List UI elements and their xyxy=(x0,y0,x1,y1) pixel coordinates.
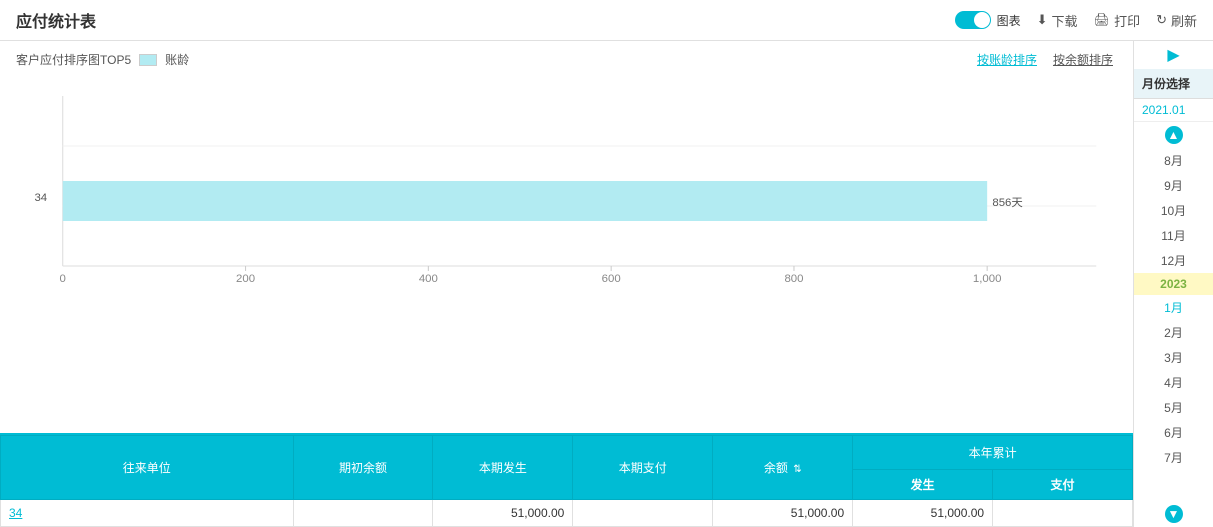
sidebar-nav-down[interactable]: ▼ xyxy=(1134,501,1213,527)
cell-current-occur: 51,000.00 xyxy=(433,500,573,527)
print-button[interactable]: 🖨 打印 xyxy=(1094,11,1141,30)
sidebar-month-4[interactable]: 4月 xyxy=(1134,370,1213,395)
page-title: 应付统计表 xyxy=(16,8,96,32)
sidebar-expand-button[interactable]: ▶ xyxy=(1134,41,1213,69)
sidebar-nav-up[interactable]: ▲ xyxy=(1134,122,1213,148)
svg-text:400: 400 xyxy=(419,273,438,285)
sidebar-month-6[interactable]: 6月 xyxy=(1134,420,1213,445)
sidebar: ▶ 月份选择 2021.01 ▲ 8月 9月 10月 11月 12月 2023 … xyxy=(1133,41,1213,527)
sort-by-amount-button[interactable]: 按余额排序 xyxy=(1049,49,1117,70)
svg-text:200: 200 xyxy=(236,273,255,285)
toggle-track[interactable] xyxy=(955,11,991,29)
sidebar-months: 8月 9月 10月 11月 12月 2023 1月 2月 3月 4月 5月 6月… xyxy=(1134,148,1213,501)
chevron-down-icon[interactable]: ▼ xyxy=(1165,505,1183,523)
sidebar-month-10[interactable]: 10月 xyxy=(1134,198,1213,223)
chart-label: 图表 xyxy=(997,12,1021,29)
table-wrapper: 往来单位 期初余额 本期发生 本期支付 余额 ⇅ 本年累计 xyxy=(0,435,1133,527)
col-current-pay: 本期支付 xyxy=(573,436,713,500)
chart-svg: 34 856天 0 xyxy=(16,86,1117,306)
refresh-button[interactable]: ↻ 刷新 xyxy=(1156,11,1197,30)
sidebar-month-12[interactable]: 12月 xyxy=(1134,248,1213,273)
sidebar-selected-date: 2021.01 xyxy=(1134,99,1213,122)
svg-text:600: 600 xyxy=(602,273,621,285)
download-label: 下载 xyxy=(1052,11,1078,30)
sidebar-year-2023[interactable]: 2023 xyxy=(1134,273,1213,295)
page-header: 应付统计表 图表 ⬇ 下载 🖨 打印 ↻ 刷新 xyxy=(0,0,1213,41)
table-header-row: 往来单位 期初余额 本期发生 本期支付 余额 ⇅ 本年累计 xyxy=(1,436,1133,470)
unit-link[interactable]: 34 xyxy=(9,506,22,520)
table-area: 往来单位 期初余额 本期发生 本期支付 余额 ⇅ 本年累计 xyxy=(0,433,1133,527)
col-balance: 余额 ⇅ xyxy=(713,436,853,500)
legend-text: 客户应付排序图TOP5 xyxy=(16,51,131,68)
legend-box-label: 账龄 xyxy=(165,51,189,68)
print-label: 打印 xyxy=(1114,11,1140,30)
col-opening: 期初余额 xyxy=(293,436,433,500)
col-current-occur: 本期发生 xyxy=(433,436,573,500)
balance-sort-icon[interactable]: ⇅ xyxy=(793,464,801,475)
download-button[interactable]: ⬇ 下载 xyxy=(1037,11,1078,30)
sidebar-month-3[interactable]: 3月 xyxy=(1134,345,1213,370)
chart-legend: 客户应付排序图TOP5 账龄 xyxy=(16,51,189,68)
header-actions: 图表 ⬇ 下载 🖨 打印 ↻ 刷新 xyxy=(955,11,1197,30)
chevron-up-icon[interactable]: ▲ xyxy=(1165,126,1183,144)
chart-header: 客户应付排序图TOP5 账龄 按账龄排序 按余额排序 xyxy=(0,41,1133,78)
refresh-icon: ↻ xyxy=(1156,12,1167,28)
data-table: 往来单位 期初余额 本期发生 本期支付 余额 ⇅ 本年累计 xyxy=(0,435,1133,527)
print-icon: 🖨 xyxy=(1094,12,1111,28)
cell-unit: 34 xyxy=(1,500,294,527)
cell-opening xyxy=(293,500,433,527)
cell-ytd-pay xyxy=(993,500,1133,527)
table-row: 34 51,000.00 51,000.00 51,000.00 xyxy=(1,500,1133,527)
cell-current-pay xyxy=(573,500,713,527)
legend-box xyxy=(139,54,157,66)
svg-text:34: 34 xyxy=(34,192,47,204)
refresh-label: 刷新 xyxy=(1171,11,1197,30)
chart-area: 客户应付排序图TOP5 账龄 按账龄排序 按余额排序 34 xyxy=(0,41,1133,527)
col-unit: 往来单位 xyxy=(1,436,294,500)
sidebar-header-label: 月份选择 xyxy=(1142,75,1190,92)
download-icon: ⬇ xyxy=(1037,12,1048,28)
chart-bar xyxy=(63,181,987,221)
sidebar-month-11[interactable]: 11月 xyxy=(1134,223,1213,248)
sidebar-header: 月份选择 xyxy=(1134,69,1213,99)
main-content: 客户应付排序图TOP5 账龄 按账龄排序 按余额排序 34 xyxy=(0,41,1213,527)
chart-toggle[interactable]: 图表 xyxy=(955,11,1021,29)
sidebar-month-2[interactable]: 2月 xyxy=(1134,320,1213,345)
toggle-thumb xyxy=(974,12,990,28)
sidebar-month-1[interactable]: 1月 xyxy=(1134,295,1213,320)
svg-text:1,000: 1,000 xyxy=(973,273,1002,285)
sidebar-month-7[interactable]: 7月 xyxy=(1134,445,1213,470)
col-ytd-pay: 支付 xyxy=(993,470,1133,500)
col-ytd: 本年累计 xyxy=(853,436,1133,470)
sidebar-month-9[interactable]: 9月 xyxy=(1134,173,1213,198)
cell-ytd-occur: 51,000.00 xyxy=(853,500,993,527)
svg-text:0: 0 xyxy=(60,273,66,285)
col-ytd-occur: 发生 xyxy=(853,470,993,500)
svg-text:856天: 856天 xyxy=(992,197,1022,209)
svg-text:800: 800 xyxy=(784,273,803,285)
sort-by-days-button[interactable]: 按账龄排序 xyxy=(973,49,1041,70)
sidebar-month-5[interactable]: 5月 xyxy=(1134,395,1213,420)
chart-container: 34 856天 0 xyxy=(0,78,1133,433)
cell-balance: 51,000.00 xyxy=(713,500,853,527)
chart-sort-buttons: 按账龄排序 按余额排序 xyxy=(973,49,1117,70)
sidebar-month-8[interactable]: 8月 xyxy=(1134,148,1213,173)
